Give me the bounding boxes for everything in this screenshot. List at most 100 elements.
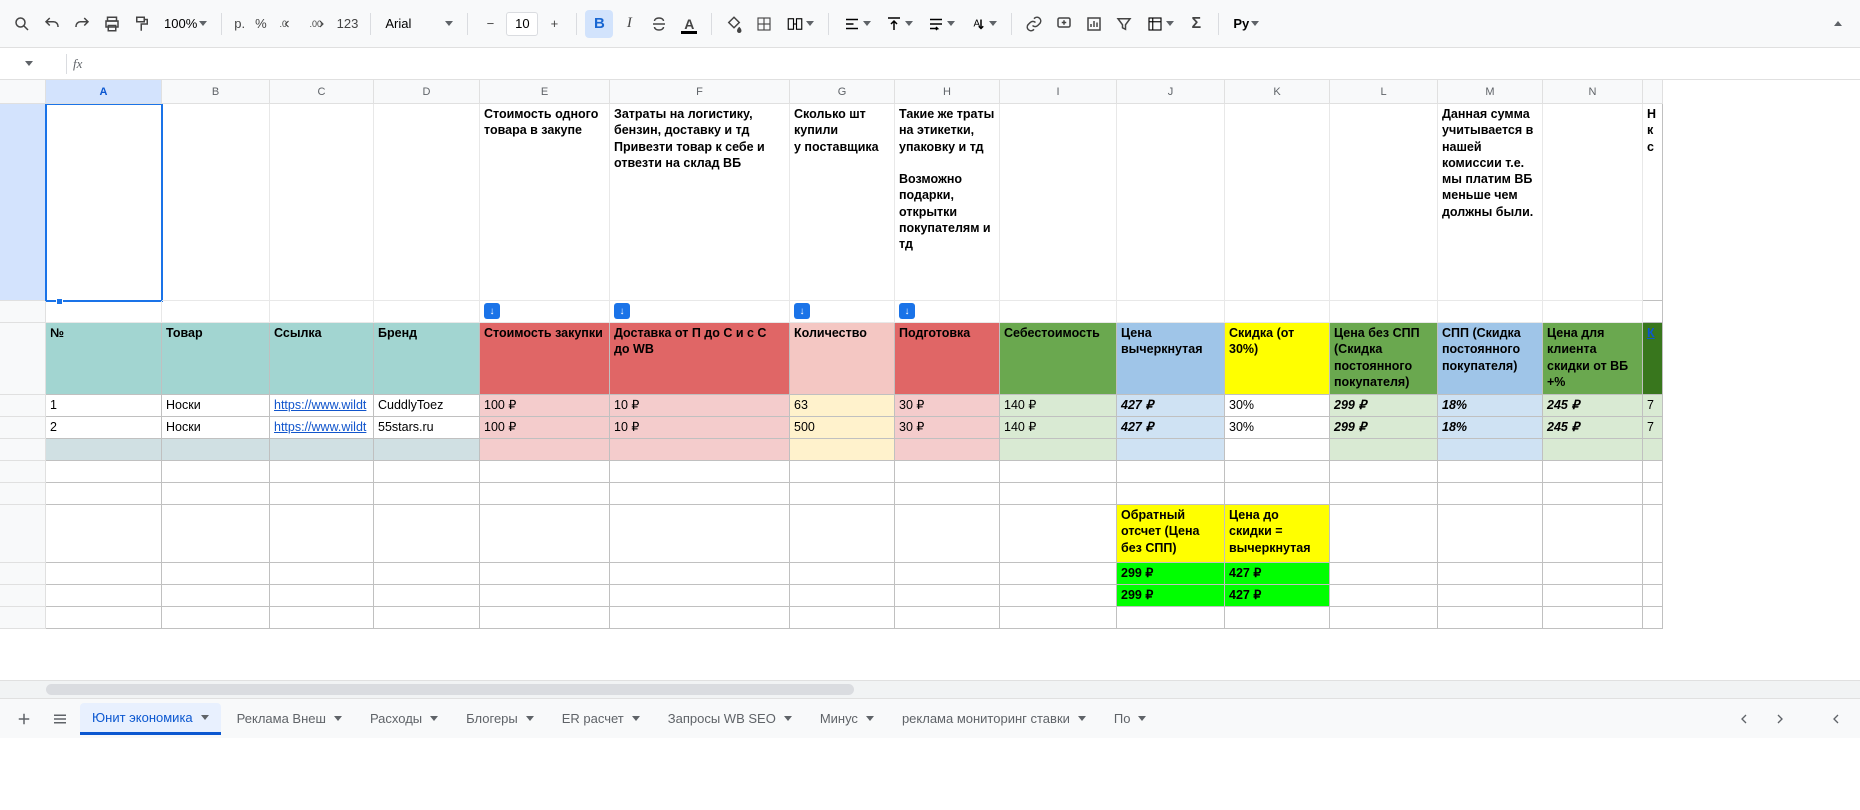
cell[interactable] xyxy=(270,439,374,461)
cell[interactable]: ↓ xyxy=(480,301,610,323)
cell[interactable]: 100 ₽ xyxy=(480,395,610,417)
cell[interactable] xyxy=(1330,104,1438,301)
cell[interactable] xyxy=(46,439,162,461)
sheet-tab[interactable]: Реклама Внеш xyxy=(225,703,354,735)
cell[interactable] xyxy=(162,563,270,585)
cell[interactable]: Такие же траты на этикетки, упаковку и т… xyxy=(895,104,1000,301)
sheet-tab[interactable]: реклама мониторинг ставки xyxy=(890,703,1098,735)
cell[interactable] xyxy=(1438,301,1543,323)
col-header-C[interactable]: C xyxy=(270,80,374,104)
zoom-dropdown[interactable]: 100% xyxy=(158,10,213,38)
cell[interactable] xyxy=(46,607,162,629)
name-box[interactable] xyxy=(0,61,60,66)
col-header-B[interactable]: B xyxy=(162,80,270,104)
cell[interactable]: Цена вычеркнутая xyxy=(1117,323,1225,395)
cell[interactable]: Носки xyxy=(162,417,270,439)
cell[interactable]: 299 ₽ xyxy=(1330,395,1438,417)
col-header-K[interactable]: K xyxy=(1225,80,1330,104)
cell[interactable] xyxy=(1330,483,1438,505)
cell[interactable]: Цена без СПП (Скидка постоянного покупат… xyxy=(1330,323,1438,395)
cell[interactable]: 7 xyxy=(1643,417,1663,439)
decrease-decimal-button[interactable]: .0 xyxy=(273,10,301,38)
cell[interactable] xyxy=(1000,563,1117,585)
text-wrap-button[interactable] xyxy=(921,10,961,38)
cell[interactable]: Подготовка xyxy=(895,323,1000,395)
cell[interactable]: Носки xyxy=(162,395,270,417)
filter-views-button[interactable] xyxy=(1140,10,1180,38)
cell[interactable] xyxy=(374,301,480,323)
cell[interactable] xyxy=(1330,301,1438,323)
currency-format-button[interactable]: р. xyxy=(230,10,249,38)
cell[interactable] xyxy=(1543,104,1643,301)
cell[interactable] xyxy=(46,104,162,301)
row-header[interactable] xyxy=(0,505,46,563)
cell[interactable]: 299 ₽ xyxy=(1330,417,1438,439)
cell[interactable] xyxy=(480,461,610,483)
cell[interactable] xyxy=(46,301,162,323)
cell[interactable]: 10 ₽ xyxy=(610,417,790,439)
cell[interactable]: 427 ₽ xyxy=(1225,563,1330,585)
col-header-M[interactable]: M xyxy=(1438,80,1543,104)
cell[interactable]: Цена до скидки = вычеркнутая xyxy=(1225,505,1330,563)
merge-cells-button[interactable] xyxy=(780,10,820,38)
cell[interactable] xyxy=(270,301,374,323)
cell[interactable] xyxy=(1543,483,1643,505)
cell[interactable]: ↓ xyxy=(790,301,895,323)
cell[interactable] xyxy=(790,439,895,461)
cell[interactable]: Бренд xyxy=(374,323,480,395)
text-color-button[interactable]: A xyxy=(675,10,703,38)
row-header[interactable] xyxy=(0,417,46,439)
row-header[interactable] xyxy=(0,607,46,629)
bold-button[interactable]: B xyxy=(585,10,613,38)
cell[interactable] xyxy=(610,585,790,607)
text-rotation-button[interactable]: A xyxy=(963,10,1003,38)
paint-format-button[interactable] xyxy=(128,10,156,38)
cell[interactable] xyxy=(1543,563,1643,585)
cell[interactable] xyxy=(790,461,895,483)
cell[interactable]: ↓ xyxy=(895,301,1000,323)
cell[interactable]: № xyxy=(46,323,162,395)
cell[interactable]: 55stars.ru xyxy=(374,417,480,439)
increase-fontsize-button[interactable]: + xyxy=(540,10,568,38)
cell[interactable] xyxy=(1438,483,1543,505)
cell[interactable]: Цена для клиента скидки от ВБ +% xyxy=(1543,323,1643,395)
cell[interactable] xyxy=(162,483,270,505)
cell[interactable] xyxy=(610,439,790,461)
sheet-tab[interactable]: Блогеры xyxy=(454,703,546,735)
cell[interactable]: 10 ₽ xyxy=(610,395,790,417)
cell[interactable]: Количество xyxy=(790,323,895,395)
cell[interactable] xyxy=(162,585,270,607)
cell[interactable]: Ссылка xyxy=(270,323,374,395)
cell[interactable] xyxy=(270,563,374,585)
cell[interactable] xyxy=(1117,439,1225,461)
all-sheets-button[interactable] xyxy=(44,703,76,735)
cell[interactable] xyxy=(46,585,162,607)
cell[interactable]: Сколько шт купили у поставщика xyxy=(790,104,895,301)
extensions-py-button[interactable]: Py xyxy=(1227,10,1265,38)
cell[interactable] xyxy=(1643,563,1663,585)
cell[interactable]: 140 ₽ xyxy=(1000,395,1117,417)
cell[interactable] xyxy=(46,461,162,483)
sheet-tab[interactable]: Минус xyxy=(808,703,886,735)
cell[interactable] xyxy=(790,505,895,563)
cell[interactable]: 1 xyxy=(46,395,162,417)
cell[interactable] xyxy=(895,563,1000,585)
cell[interactable] xyxy=(895,483,1000,505)
col-header-I[interactable]: I xyxy=(1000,80,1117,104)
cell[interactable]: Стоимость одного товара в закупе xyxy=(480,104,610,301)
sheet-tab[interactable]: Расходы xyxy=(358,703,450,735)
cell[interactable]: 299 ₽ xyxy=(1117,563,1225,585)
cell[interactable] xyxy=(895,505,1000,563)
cell[interactable] xyxy=(162,607,270,629)
cell[interactable] xyxy=(46,505,162,563)
cell[interactable] xyxy=(610,607,790,629)
cell[interactable] xyxy=(480,563,610,585)
add-sheet-button[interactable] xyxy=(8,703,40,735)
col-header-N[interactable]: N xyxy=(1543,80,1643,104)
cell[interactable] xyxy=(1643,505,1663,563)
cell[interactable] xyxy=(1225,461,1330,483)
cell[interactable] xyxy=(1117,483,1225,505)
cell[interactable] xyxy=(374,505,480,563)
grid-body[interactable]: Стоимость одного товара в закупеЗатраты … xyxy=(0,104,1860,680)
borders-button[interactable] xyxy=(750,10,778,38)
